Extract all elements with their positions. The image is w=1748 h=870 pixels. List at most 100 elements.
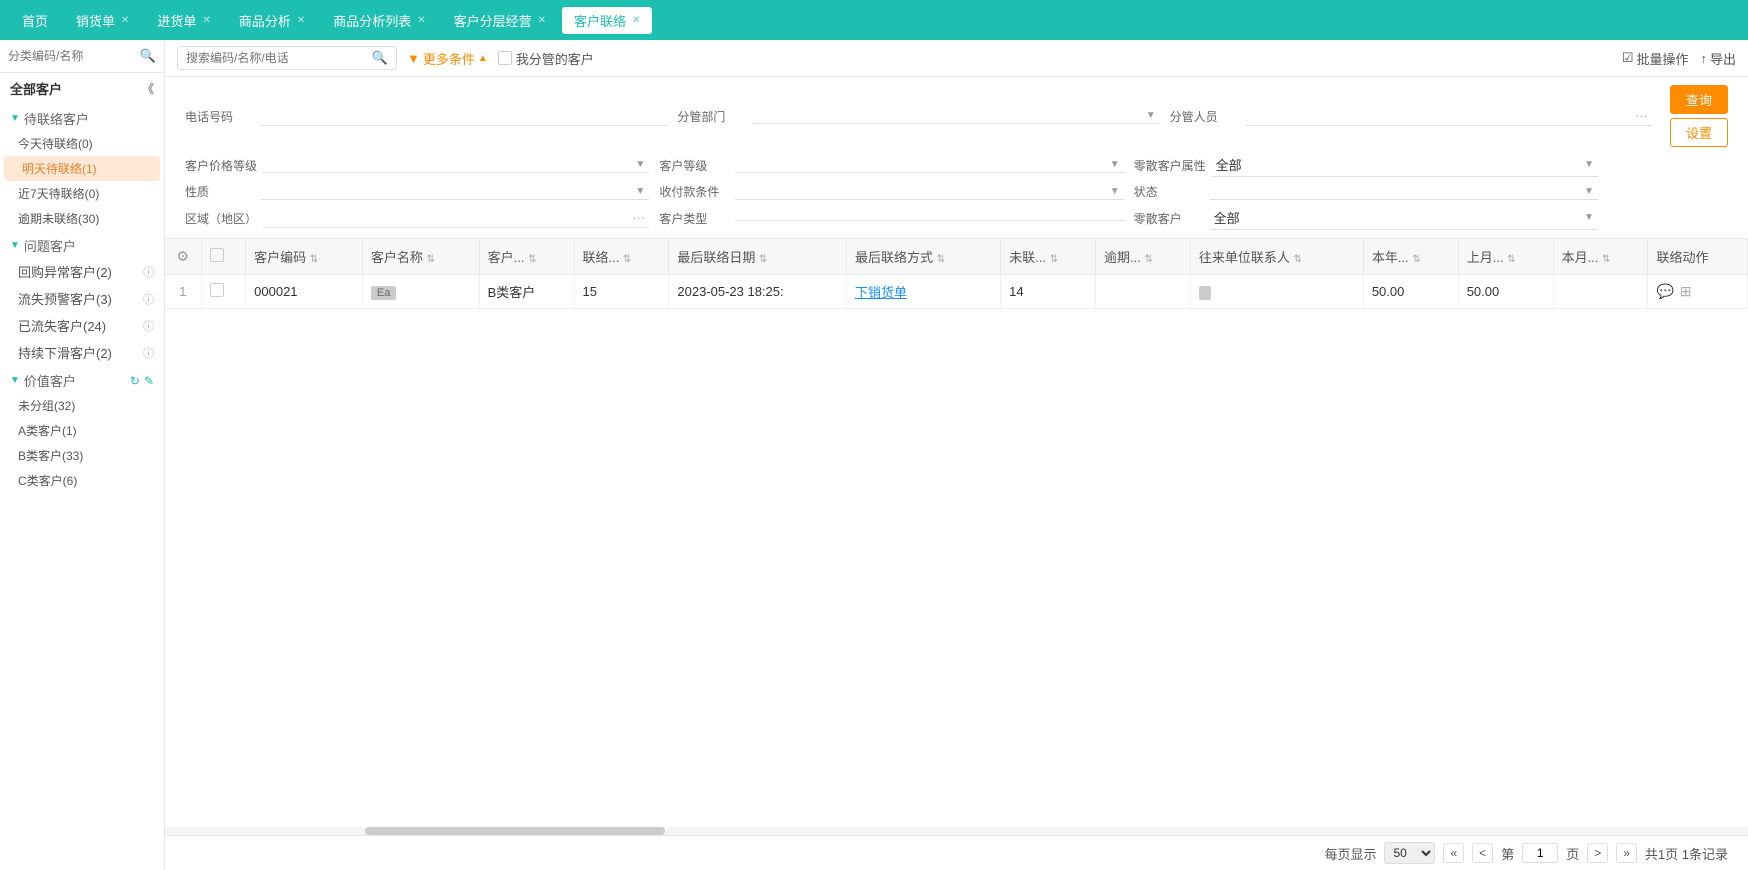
adv-row-2: 客户价格等级 ▼ 客户等级 ▼ 零散客户属性 全部 xyxy=(185,153,1728,177)
th-contacts[interactable]: 联络... ⇅ xyxy=(574,239,669,275)
cell-last-contact-date: 2023-05-23 18:25: xyxy=(669,275,847,309)
row-checkbox[interactable] xyxy=(210,283,224,297)
close-product-analysis-list-icon[interactable]: ✕ xyxy=(417,15,425,26)
sidebar-search-area: 🔍 xyxy=(0,40,164,73)
nav-sales-order[interactable]: 销货单 ✕ xyxy=(64,7,141,34)
th-last-contact-date[interactable]: 最后联络日期 ⇅ xyxy=(669,239,847,275)
th-this-year[interactable]: 本年... ⇅ xyxy=(1363,239,1458,275)
more-conditions-toggle[interactable]: ▼ 更多条件 ▲ xyxy=(407,49,488,68)
sidebar-item-overdue[interactable]: 逾期未联络(30) xyxy=(0,206,164,231)
sidebar-search-icon[interactable]: 🔍 xyxy=(140,48,156,64)
sidebar-item-repurchase-anomaly[interactable]: 回购异常客户(2) ⓘ xyxy=(0,258,164,285)
close-customer-segments-icon[interactable]: ✕ xyxy=(538,15,546,26)
dept-arrow-icon: ▼ xyxy=(1146,110,1156,121)
close-sales-order-icon[interactable]: ✕ xyxy=(121,15,129,26)
cell-code: 000021 xyxy=(246,275,363,309)
nav-product-analysis[interactable]: 商品分析 ✕ xyxy=(227,7,317,34)
search-box: 🔍 xyxy=(177,46,397,70)
status-select[interactable]: ▼ xyxy=(1210,184,1598,200)
th-unit-contact[interactable]: 往来单位联系人 ⇅ xyxy=(1190,239,1363,275)
horizontal-scrollbar[interactable] xyxy=(165,827,1748,835)
info-icon-1: ⓘ xyxy=(143,264,154,280)
manager-dots[interactable]: ··· xyxy=(1635,108,1648,123)
close-purchase-order-icon[interactable]: ✕ xyxy=(202,15,210,26)
sidebar-item-declining[interactable]: 持续下滑客户(2) ⓘ xyxy=(0,339,164,366)
th-type[interactable]: 客户... ⇅ xyxy=(479,239,574,275)
nav-customer-contact[interactable]: 客户联络 ✕ xyxy=(562,7,652,34)
th-last-month[interactable]: 上月... ⇅ xyxy=(1458,239,1553,275)
sidebar-search-input[interactable] xyxy=(8,49,136,63)
th-not-contacted[interactable]: 未联... ⇅ xyxy=(1001,239,1096,275)
nav-purchase-order[interactable]: 进货单 ✕ xyxy=(145,7,222,34)
th-last-contact-method[interactable]: 最后联络方式 ⇅ xyxy=(846,239,1000,275)
main-layout: 🔍 全部客户 《 ▼ 待联络客户 今天待联络(0) 明天待联络(1) 近7天待联… xyxy=(0,40,1748,870)
sidebar-item-ungrouped[interactable]: 未分组(32) xyxy=(0,393,164,418)
per-page-label: 每页显示 xyxy=(1324,844,1376,863)
phone-input[interactable] xyxy=(261,107,667,126)
comment-action-icon[interactable]: 💬 xyxy=(1656,283,1673,300)
select-all-checkbox[interactable] xyxy=(210,248,224,262)
close-product-analysis-icon[interactable]: ✕ xyxy=(297,15,305,26)
refresh-value-icon[interactable]: ↻ xyxy=(130,374,140,388)
th-checkbox xyxy=(201,239,246,275)
search-icon[interactable]: 🔍 xyxy=(372,50,388,66)
sidebar-item-tomorrow[interactable]: 明天待联络(1) xyxy=(4,156,160,181)
close-customer-contact-icon[interactable]: ✕ xyxy=(632,15,640,26)
adv-field-payment: 收付款条件 ▼ xyxy=(659,183,1123,200)
sidebar-item-7days[interactable]: 近7天待联络(0) xyxy=(0,181,164,206)
th-name[interactable]: 客户名称 ⇅ xyxy=(362,239,479,275)
customer-level-select[interactable]: ▼ xyxy=(735,157,1123,173)
cell-checkbox xyxy=(201,275,246,309)
customer-type-select[interactable] xyxy=(735,216,1123,221)
first-page-btn[interactable]: « xyxy=(1443,843,1464,863)
page-input[interactable] xyxy=(1522,843,1558,863)
advanced-filter: 电话号码 分管部门 ▼ 分管人员 ··· 查询 xyxy=(165,77,1748,239)
price-level-select[interactable]: ▼ xyxy=(263,157,649,173)
sidebar: 🔍 全部客户 《 ▼ 待联络客户 今天待联络(0) 明天待联络(1) 近7天待联… xyxy=(0,40,165,870)
next-page-btn[interactable]: > xyxy=(1587,843,1608,863)
query-button[interactable]: 查询 xyxy=(1670,85,1728,114)
price-level-label: 客户价格等级 xyxy=(185,157,257,174)
sidebar-item-class-c[interactable]: C类客户(6) xyxy=(0,468,164,493)
settings-button[interactable]: 设置 xyxy=(1670,118,1728,147)
nav-home[interactable]: 首页 xyxy=(10,7,60,34)
prev-page-btn[interactable]: < xyxy=(1472,843,1493,863)
edit-value-icon[interactable]: ✎ xyxy=(144,374,154,388)
top-navigation: 首页 销货单 ✕ 进货单 ✕ 商品分析 ✕ 商品分析列表 ✕ 客户分层经营 ✕ … xyxy=(0,0,1748,40)
sidebar-item-today[interactable]: 今天待联络(0) xyxy=(0,131,164,156)
export-label: 导出 xyxy=(1710,49,1736,68)
phone-label: 电话号码 xyxy=(185,108,255,125)
sidebar-item-class-a[interactable]: A类客户(1) xyxy=(0,418,164,443)
total-records: 共1页 1条记录 xyxy=(1645,844,1728,863)
th-overdue[interactable]: 逾期... ⇅ xyxy=(1096,239,1191,275)
contact-method-link[interactable]: 下销货单 xyxy=(855,285,907,300)
retail-attr-select[interactable]: 全部 ▼ xyxy=(1212,153,1598,177)
customer-level-arrow-icon: ▼ xyxy=(1110,159,1120,170)
retail-customer-select[interactable]: 全部 ▼ xyxy=(1210,206,1598,230)
nature-select[interactable]: ▼ xyxy=(261,184,649,200)
sidebar-item-churn-warning[interactable]: 流失预警客户(3) ⓘ xyxy=(0,285,164,312)
sidebar-item-churned[interactable]: 已流失客户(24) ⓘ xyxy=(0,312,164,339)
th-code[interactable]: 客户编码 ⇅ xyxy=(246,239,363,275)
export-btn[interactable]: ↑ 导出 xyxy=(1700,49,1736,68)
scrollbar-thumb[interactable] xyxy=(365,827,665,835)
grid-action-icon[interactable]: ⊞ xyxy=(1680,283,1692,300)
nav-product-analysis-list[interactable]: 商品分析列表 ✕ xyxy=(321,7,437,34)
nav-customer-segments[interactable]: 客户分层经营 ✕ xyxy=(442,7,558,34)
last-page-btn[interactable]: » xyxy=(1616,843,1637,863)
sidebar-item-class-b[interactable]: B类客户(33) xyxy=(0,443,164,468)
table-settings-icon[interactable]: ⚙ xyxy=(176,248,189,264)
batch-operation-btn[interactable]: ☑ 批量操作 xyxy=(1622,49,1689,68)
query-settings: 查询 设置 xyxy=(1670,85,1728,147)
sort-unit-icon: ⇅ xyxy=(1294,254,1302,265)
search-input[interactable] xyxy=(186,51,368,65)
my-customers-checkbox[interactable]: 我分管的客户 xyxy=(498,49,594,68)
region-dots[interactable]: ··· xyxy=(632,210,645,225)
dept-select[interactable]: ▼ xyxy=(753,108,1159,124)
my-customers-check[interactable] xyxy=(498,51,512,65)
th-this-month[interactable]: 本月... ⇅ xyxy=(1553,239,1648,275)
pending-contact-label: 待联络客户 xyxy=(24,109,89,128)
payment-select[interactable]: ▼ xyxy=(735,184,1123,200)
all-customers-header[interactable]: 全部客户 《 xyxy=(0,73,164,104)
per-page-select[interactable]: 50 100 200 xyxy=(1384,842,1435,864)
